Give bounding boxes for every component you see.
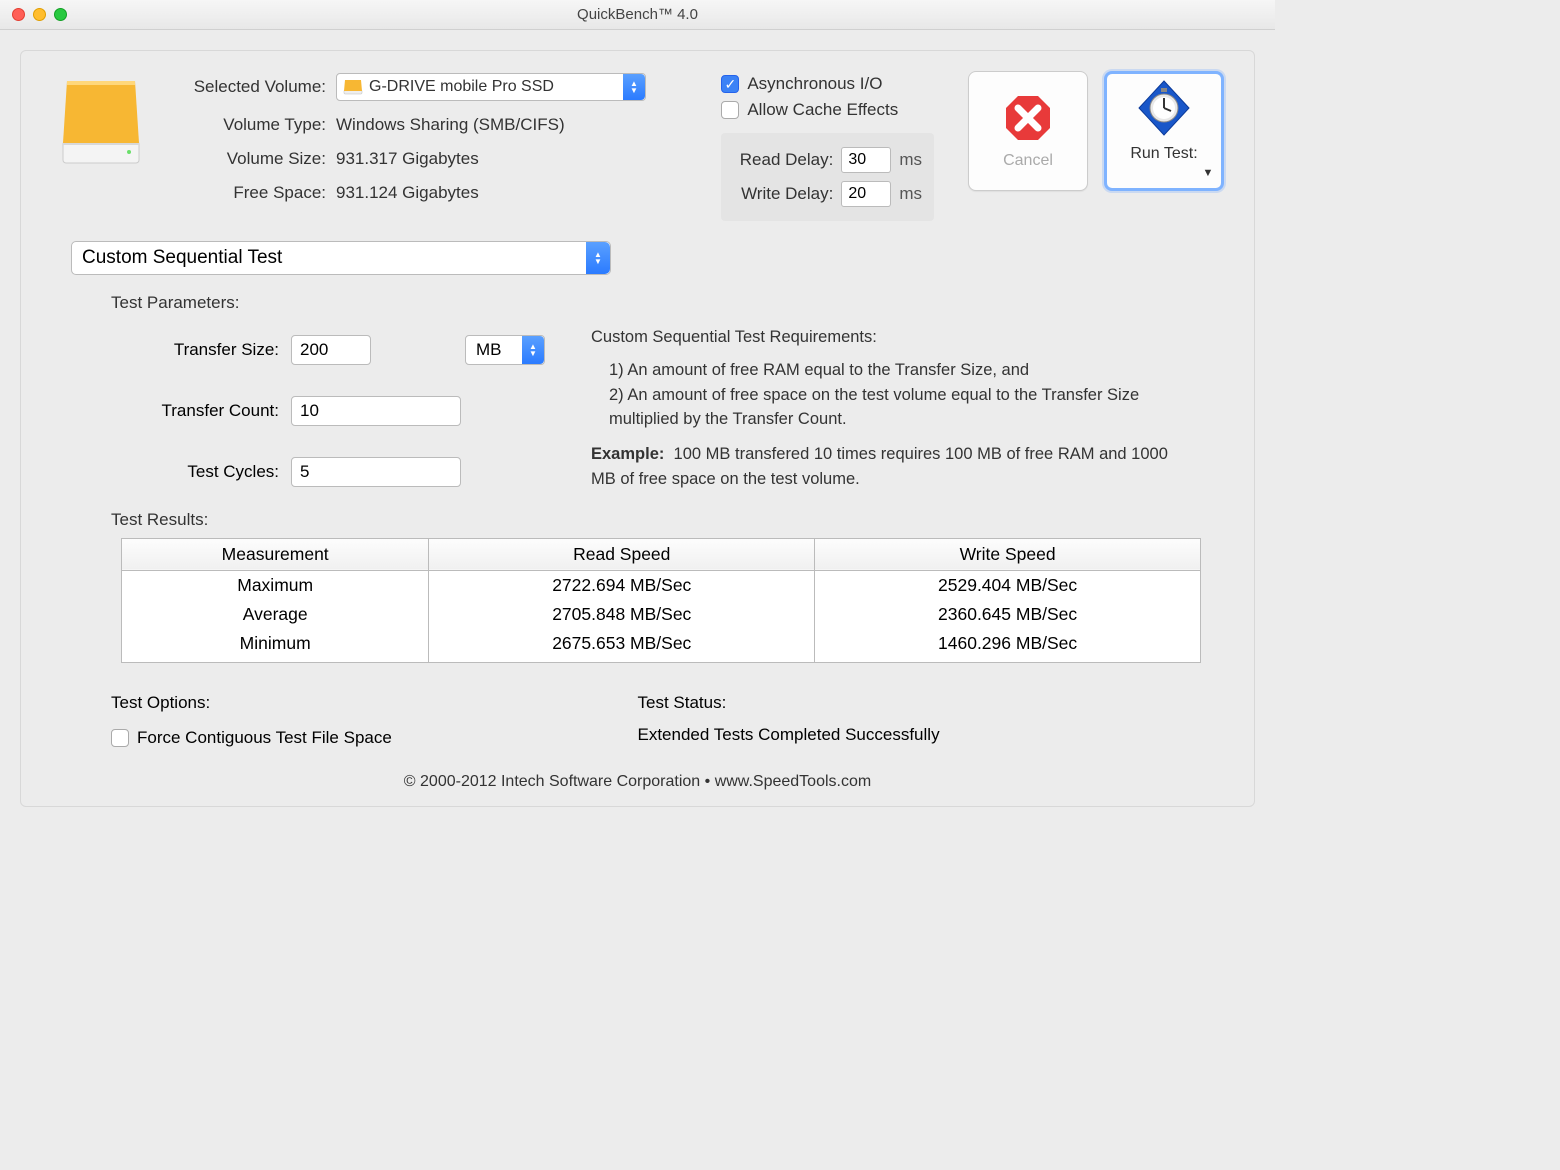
table-row: Minimum2675.653 MB/Sec1460.296 MB/Sec: [122, 629, 1201, 663]
read-delay-label: Read Delay:: [733, 150, 833, 170]
free-space-label: Free Space:: [171, 183, 336, 203]
volume-select-value: G-DRIVE mobile Pro SSD: [369, 78, 554, 96]
force-contiguous-checkbox[interactable]: Force Contiguous Test File Space: [111, 725, 638, 751]
title-bar: QuickBench™ 4.0: [0, 0, 1275, 30]
test-cycles-input[interactable]: [291, 457, 461, 487]
test-status-heading: Test Status:: [638, 693, 1165, 713]
volume-size-label: Volume Size:: [171, 149, 336, 169]
test-status-value: Extended Tests Completed Successfully: [638, 725, 1165, 745]
test-options-heading: Test Options:: [111, 693, 638, 713]
volume-type-label: Volume Type:: [171, 115, 336, 135]
chevron-updown-icon: ▲▼: [522, 336, 544, 364]
test-type-value: Custom Sequential Test: [82, 247, 282, 269]
stop-icon: [1002, 92, 1054, 144]
async-io-checkbox[interactable]: ✓ Asynchronous I/O: [721, 71, 934, 97]
transfer-count-label: Transfer Count:: [121, 401, 291, 421]
col-measurement: Measurement: [122, 538, 429, 570]
transfer-size-label: Transfer Size:: [121, 340, 291, 360]
chevron-updown-icon: ▲▼: [586, 242, 610, 274]
transfer-count-input[interactable]: [291, 396, 461, 426]
drive-icon: [51, 71, 151, 176]
table-row: Average2705.848 MB/Sec2360.645 MB/Sec: [122, 600, 1201, 629]
drive-mini-icon: [343, 79, 363, 95]
test-results-heading: Test Results:: [111, 510, 1224, 530]
free-space-value: 931.124 Gigabytes: [336, 183, 646, 203]
transfer-size-unit-value: MB: [476, 340, 502, 360]
cache-effects-checkbox[interactable]: Allow Cache Effects: [721, 97, 934, 123]
run-test-label: Run Test:: [1130, 145, 1197, 163]
volume-type-value: Windows Sharing (SMB/CIFS): [336, 115, 646, 135]
cache-effects-label: Allow Cache Effects: [747, 100, 898, 120]
ms-label: ms: [899, 184, 922, 204]
read-delay-input[interactable]: [841, 147, 891, 173]
col-read-speed: Read Speed: [429, 538, 815, 570]
col-write-speed: Write Speed: [815, 538, 1201, 570]
stopwatch-icon: [1135, 79, 1193, 137]
write-delay-label: Write Delay:: [733, 184, 833, 204]
transfer-size-unit-select[interactable]: MB ▲▼: [465, 335, 545, 365]
test-cycles-label: Test Cycles:: [121, 462, 291, 482]
write-delay-input[interactable]: [841, 181, 891, 207]
table-row: Maximum2722.694 MB/Sec2529.404 MB/Sec: [122, 570, 1201, 600]
selected-volume-label: Selected Volume:: [171, 77, 336, 97]
cancel-button[interactable]: Cancel: [968, 71, 1088, 191]
dropdown-triangle-icon: ▼: [1203, 167, 1214, 179]
cancel-label: Cancel: [1003, 152, 1053, 170]
copyright-text: © 2000-2012 Intech Software Corporation …: [51, 773, 1224, 791]
ms-label: ms: [899, 150, 922, 170]
volume-size-value: 931.317 Gigabytes: [336, 149, 646, 169]
checkbox-empty-icon: [721, 101, 739, 119]
checkmark-icon: ✓: [721, 75, 739, 93]
checkbox-empty-icon: [111, 729, 129, 747]
force-contiguous-label: Force Contiguous Test File Space: [137, 728, 392, 748]
chevron-updown-icon: ▲▼: [623, 74, 645, 100]
transfer-size-input[interactable]: [291, 335, 371, 365]
async-io-label: Asynchronous I/O: [747, 74, 882, 94]
test-parameters-heading: Test Parameters:: [111, 293, 1224, 313]
requirements-text: Custom Sequential Test Requirements: 1) …: [591, 325, 1181, 492]
volume-select[interactable]: G-DRIVE mobile Pro SSD ▲▼: [336, 73, 646, 101]
run-test-button[interactable]: Run Test: ▼: [1104, 71, 1224, 191]
test-type-select[interactable]: Custom Sequential Test ▲▼: [71, 241, 611, 275]
window-title: QuickBench™ 4.0: [0, 6, 1275, 23]
results-table: Measurement Read Speed Write Speed Maxim…: [121, 538, 1201, 663]
